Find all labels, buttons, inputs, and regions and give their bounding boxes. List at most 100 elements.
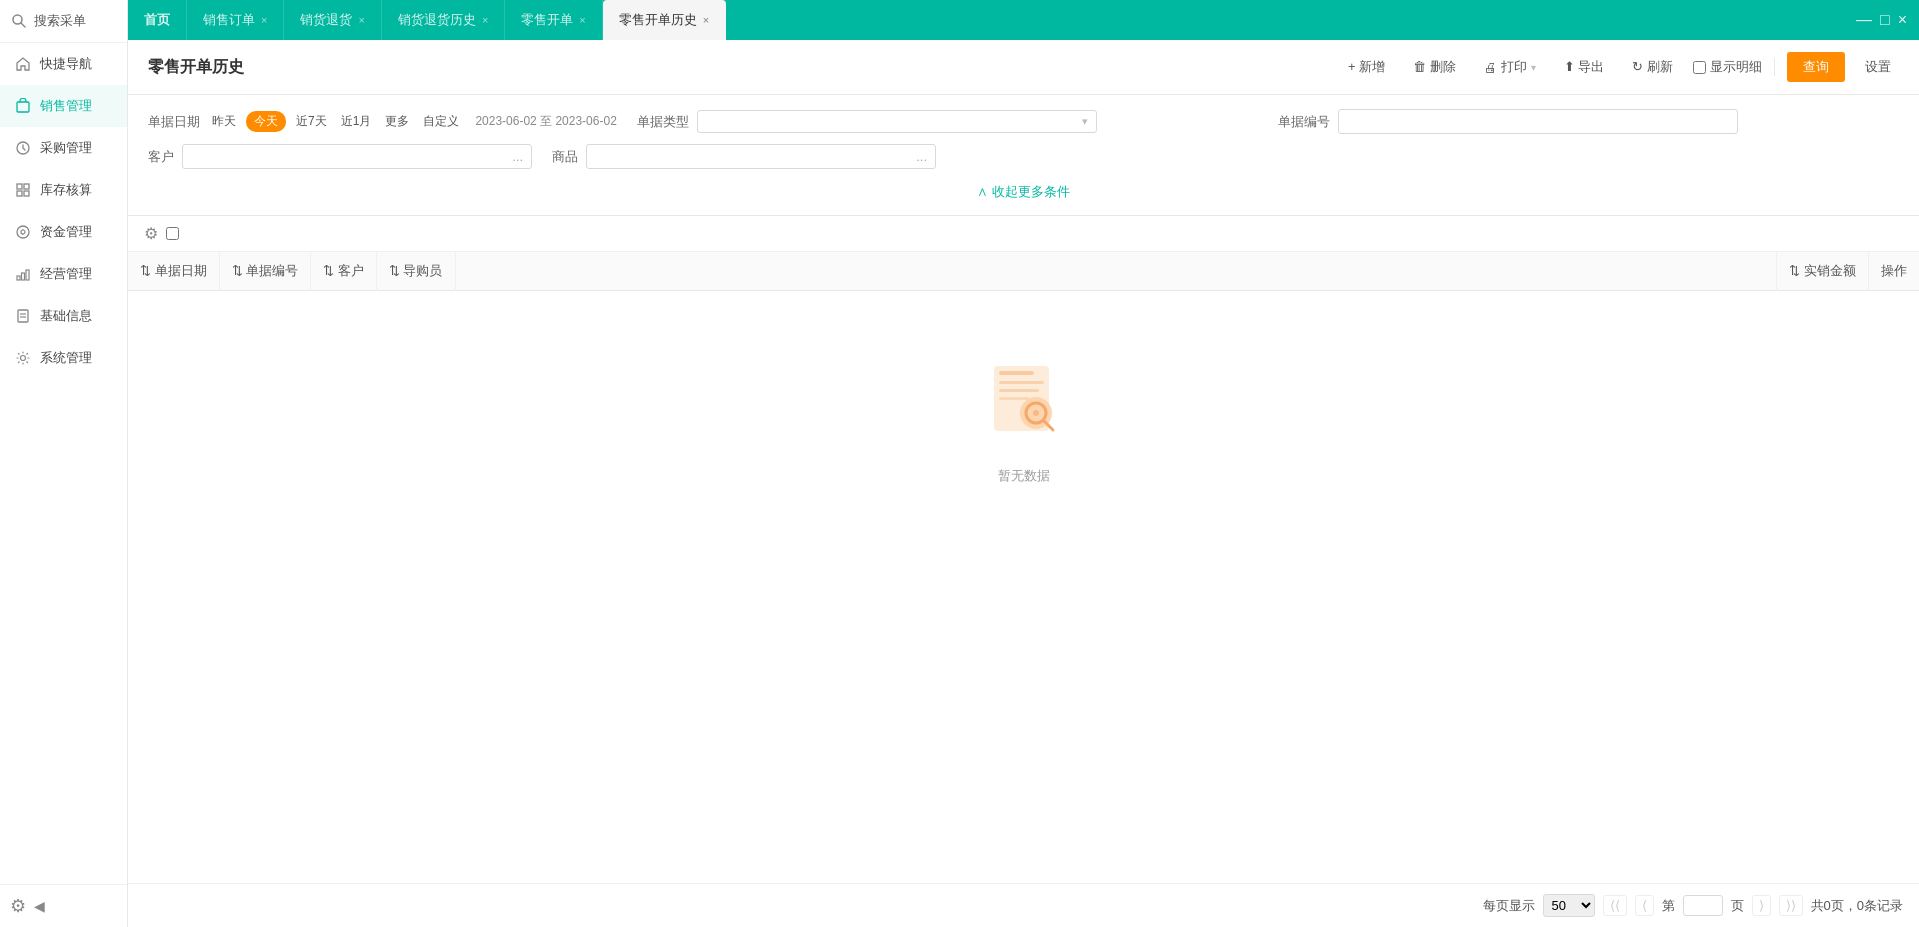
- number-filter-label: 单据编号: [1278, 113, 1330, 131]
- delete-button[interactable]: 🗑 删除: [1405, 54, 1464, 80]
- first-page-btn[interactable]: ⟨⟨: [1603, 895, 1627, 916]
- collapse-sidebar-icon[interactable]: ◀: [34, 898, 45, 914]
- pagination: 每页显示 50 100 200 ⟨⟨ ⟨ 第 1 页 ⟩ ⟩⟩ 共0页，0条记录: [128, 883, 1919, 927]
- sidebar-item-quick-nav[interactable]: 快捷导航: [0, 43, 127, 85]
- query-button[interactable]: 查询: [1787, 52, 1845, 82]
- inventory-icon: [14, 181, 32, 199]
- date-7days-btn[interactable]: 近7天: [292, 111, 331, 132]
- sidebar-item-operations[interactable]: 经营管理: [0, 253, 127, 295]
- tab-sales-order-close[interactable]: ×: [261, 14, 267, 26]
- col-date-label: ⇅ 单据日期: [140, 263, 207, 278]
- empty-icon: [974, 351, 1074, 451]
- page-header: 零售开单历史 + 新增 🗑 删除 🖨 🖨 打印 打印 ▾ ⬆ 导出 ↻ 刷新 显…: [128, 40, 1919, 95]
- select-all-checkbox[interactable]: [166, 227, 179, 240]
- empty-text: 暂无数据: [998, 467, 1050, 485]
- svg-rect-12: [18, 310, 28, 322]
- tab-retail-open-history[interactable]: 零售开单历史 ×: [603, 0, 726, 40]
- tab-sales-return-history-close[interactable]: ×: [482, 14, 488, 26]
- tab-sales-return-history[interactable]: 销货退货历史 ×: [382, 0, 505, 40]
- display-detail-checkbox[interactable]: 显示明细: [1693, 58, 1762, 76]
- goods-ellipsis-btn[interactable]: ...: [916, 149, 927, 164]
- window-close-icon[interactable]: ×: [1898, 11, 1907, 29]
- tab-retail-open-history-close[interactable]: ×: [703, 14, 709, 26]
- sidebar-item-sales-mgmt[interactable]: 销售管理: [0, 85, 127, 127]
- col-action-label: 操作: [1881, 263, 1907, 278]
- page-number-input[interactable]: 1: [1683, 895, 1723, 916]
- date-today-btn[interactable]: 今天: [246, 111, 286, 132]
- svg-rect-7: [24, 191, 29, 196]
- date-shortcuts: 昨天 今天 近7天 近1月 更多 自定义: [208, 111, 463, 132]
- sidebar-item-sys-mgmt[interactable]: 系统管理: [0, 337, 127, 379]
- export-button[interactable]: ⬆ 导出: [1556, 54, 1613, 80]
- sidebar-item-finance[interactable]: 资金管理: [0, 211, 127, 253]
- col-spacer: [455, 252, 1777, 291]
- sidebar-item-inventory[interactable]: 库存核算: [0, 169, 127, 211]
- window-minimize-icon[interactable]: —: [1856, 11, 1872, 29]
- empty-state: 暂无数据: [128, 291, 1919, 545]
- svg-rect-19: [999, 389, 1039, 392]
- number-input[interactable]: [1338, 109, 1738, 134]
- col-date[interactable]: ⇅ 单据日期: [128, 252, 219, 291]
- tab-retail-open-close[interactable]: ×: [579, 14, 585, 26]
- content-area: 零售开单历史 + 新增 🗑 删除 🖨 🖨 打印 打印 ▾ ⬆ 导出 ↻ 刷新 显…: [128, 40, 1919, 927]
- svg-rect-10: [22, 273, 25, 280]
- last-page-btn[interactable]: ⟩⟩: [1779, 895, 1803, 916]
- date-month-btn[interactable]: 近1月: [337, 111, 376, 132]
- tab-home[interactable]: 首页: [128, 0, 187, 40]
- page-title: 零售开单历史: [148, 57, 244, 78]
- tab-retail-open[interactable]: 零售开单 ×: [505, 0, 602, 40]
- sidebar-search[interactable]: 搜索采单: [0, 0, 127, 43]
- col-amount-label: ⇅ 实销金额: [1789, 263, 1856, 278]
- window-controls: — □ ×: [1856, 0, 1919, 40]
- tab-sales-return[interactable]: 销货退货 ×: [284, 0, 381, 40]
- filter-area: 单据日期 昨天 今天 近7天 近1月 更多 自定义 2023-06-02 至 2…: [128, 95, 1919, 216]
- table-area: ⚙ ⇅ 单据日期 ⇅ 单据编号 ⇅ 客户: [128, 216, 1919, 927]
- settings-button[interactable]: 设置: [1857, 54, 1899, 80]
- tab-home-label: 首页: [144, 11, 170, 29]
- per-page-label: 每页显示: [1483, 897, 1535, 915]
- customer-filter: 客户 ...: [148, 144, 532, 169]
- type-select-arrow: ▾: [1082, 115, 1088, 128]
- col-customer[interactable]: ⇅ 客户: [311, 252, 377, 291]
- display-detail-check[interactable]: [1693, 61, 1706, 74]
- sidebar-nav: 快捷导航 销售管理 采购管理 库存核算 资金管理: [0, 43, 127, 884]
- table-toolbar: ⚙: [128, 216, 1919, 252]
- customer-ellipsis-btn[interactable]: ...: [512, 149, 523, 164]
- sidebar-footer: ⚙ ◀: [0, 884, 127, 927]
- filter-row-1: 单据日期 昨天 今天 近7天 近1月 更多 自定义 2023-06-02 至 2…: [148, 109, 1899, 134]
- table-settings-icon[interactable]: ⚙: [144, 224, 158, 243]
- sidebar-search-label: 搜索采单: [34, 12, 86, 30]
- table-wrapper: ⇅ 单据日期 ⇅ 单据编号 ⇅ 客户 ⇅ 导购员: [128, 252, 1919, 883]
- next-page-btn[interactable]: ⟩: [1752, 895, 1771, 916]
- col-number-label: ⇅ 单据编号: [232, 263, 299, 278]
- sidebar-item-quick-nav-label: 快捷导航: [40, 55, 92, 73]
- tab-sales-return-close[interactable]: ×: [358, 14, 364, 26]
- svg-rect-9: [17, 276, 20, 280]
- tab-sales-order[interactable]: 销售订单 ×: [187, 0, 284, 40]
- sidebar-item-purchase-mgmt[interactable]: 采购管理: [0, 127, 127, 169]
- col-guide[interactable]: ⇅ 导购员: [376, 252, 455, 291]
- sidebar-item-sys-label: 系统管理: [40, 349, 92, 367]
- date-yesterday-btn[interactable]: 昨天: [208, 111, 240, 132]
- date-more-btn[interactable]: 更多: [381, 111, 413, 132]
- col-amount[interactable]: ⇅ 实销金额: [1777, 252, 1869, 291]
- prev-page-btn[interactable]: ⟨: [1635, 895, 1654, 916]
- date-custom-btn[interactable]: 自定义: [419, 111, 463, 132]
- base-info-icon: [14, 307, 32, 325]
- toolbar-divider: [1774, 58, 1775, 76]
- add-button[interactable]: + 新增: [1340, 54, 1393, 80]
- refresh-button[interactable]: ↻ 刷新: [1624, 54, 1681, 80]
- settings-footer-icon[interactable]: ⚙: [10, 895, 26, 917]
- tab-sales-order-label: 销售订单: [203, 11, 255, 29]
- goods-input-area[interactable]: ...: [586, 144, 936, 169]
- per-page-select[interactable]: 50 100 200: [1543, 894, 1595, 917]
- window-maximize-icon[interactable]: □: [1880, 11, 1890, 29]
- collapse-filter-btn[interactable]: ∧ 收起更多条件: [148, 179, 1899, 205]
- customer-input-area[interactable]: ...: [182, 144, 532, 169]
- tab-retail-open-history-label: 零售开单历史: [619, 11, 697, 29]
- print-dropdown-icon[interactable]: ▾: [1531, 62, 1536, 73]
- print-button[interactable]: 🖨 🖨 打印 打印 ▾: [1476, 54, 1544, 80]
- type-select[interactable]: ▾: [697, 110, 1097, 133]
- col-number[interactable]: ⇅ 单据编号: [219, 252, 311, 291]
- sidebar-item-base-info[interactable]: 基础信息: [0, 295, 127, 337]
